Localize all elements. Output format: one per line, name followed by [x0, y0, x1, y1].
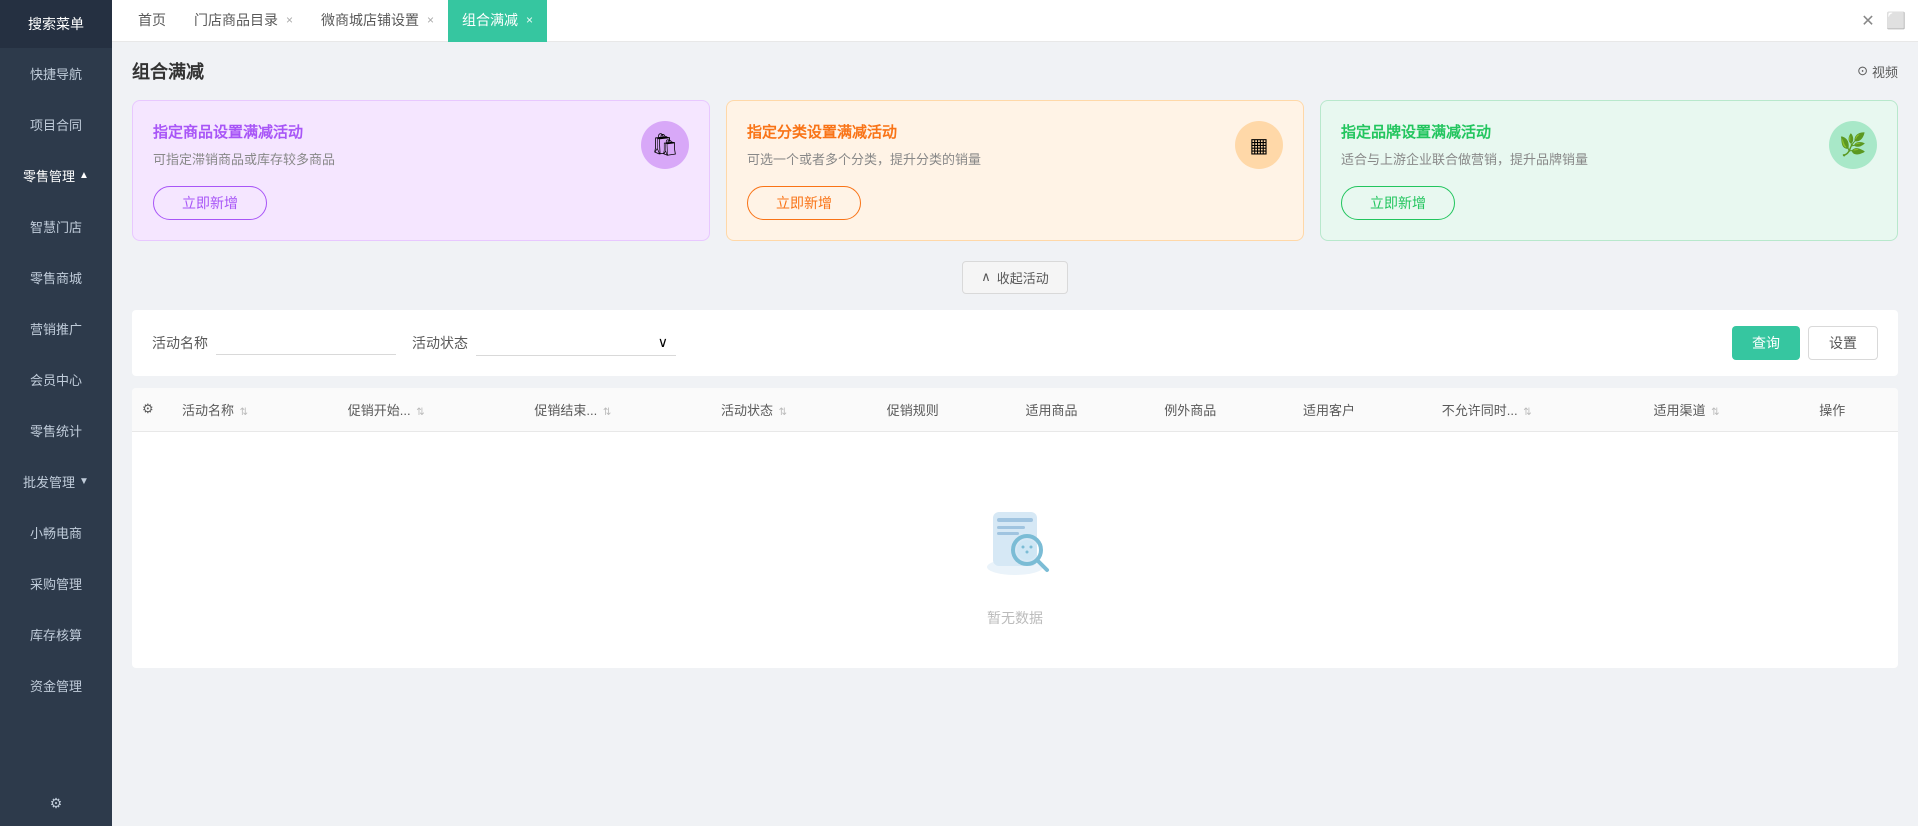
leaf-icon: 🌿 — [1829, 121, 1877, 169]
sidebar-item-xiaochangec[interactable]: 小畅电商 — [0, 507, 112, 558]
filter-actions: 查询 设置 — [1732, 326, 1878, 360]
table-col-operation: 操作 — [1809, 388, 1898, 432]
table-col-promo-start: 促销开始... ⇅ — [338, 388, 525, 432]
sidebar-settings[interactable]: ⚙ — [0, 781, 112, 826]
activity-card-desc-category: 可选一个或者多个分类，提升分类的销量 — [747, 150, 1283, 170]
empty-state-row: 暂无数据 — [132, 431, 1898, 668]
activity-cards: 指定商品设置满减活动 可指定滞销商品或库存较多商品 🛍 立即新增 指定分类设置满… — [132, 100, 1898, 241]
tab-wechat-store[interactable]: 微商城店铺设置 × — [307, 0, 448, 42]
settings-col-icon[interactable]: ⚙ — [142, 401, 154, 416]
sidebar-item-retail-mgmt[interactable]: 零售管理 ▲ — [0, 150, 112, 201]
video-link[interactable]: ⊙ 视频 — [1857, 62, 1898, 81]
filter-bar: 活动名称 活动状态 ∨ 查询 设置 — [132, 310, 1898, 376]
activity-card-title-category: 指定分类设置满减活动 — [747, 121, 1283, 142]
sidebar-item-membership[interactable]: 会员中心 — [0, 354, 112, 405]
sort-icon-activity-name[interactable]: ⇅ — [240, 407, 248, 418]
empty-state-illustration — [965, 492, 1065, 592]
chevron-down-icon: ∨ — [658, 334, 668, 351]
activity-card-title-brand: 指定品牌设置满减活动 — [1341, 121, 1877, 142]
add-category-activity-button[interactable]: 立即新增 — [747, 186, 861, 220]
bag-icon: 🛍 — [641, 121, 689, 169]
tab-bar: 首页 门店商品目录 × 微商城店铺设置 × 组合满减 × ✕ ⬜ — [112, 0, 1918, 42]
tab-close-combo-discount[interactable]: × — [526, 13, 533, 27]
sidebar-item-retail-stats[interactable]: 零售统计 — [0, 405, 112, 456]
sidebar-item-wholesale-mgmt[interactable]: 批发管理 ▼ — [0, 456, 112, 507]
gear-icon: ⚙ — [50, 795, 63, 811]
activity-card-title-goods: 指定商品设置满减活动 — [153, 121, 689, 142]
page-content: 组合满减 ⊙ 视频 指定商品设置满减活动 可指定滞销商品或库存较多商品 🛍 立即… — [112, 42, 1918, 826]
table-col-applicable-customer: 适用客户 — [1293, 388, 1432, 432]
chevron-up-icon: ▲ — [79, 170, 89, 181]
tab-store-catalog[interactable]: 门店商品目录 × — [180, 0, 307, 42]
sidebar-item-inventory[interactable]: 库存核算 — [0, 609, 112, 660]
sort-icon-no-concurrent[interactable]: ⇅ — [1523, 407, 1531, 418]
tab-close-wechat-store[interactable]: × — [427, 13, 434, 27]
tab-close-store-catalog[interactable]: × — [286, 13, 293, 27]
activity-card-specify-brand: 指定品牌设置满减活动 适合与上游企业联合做营销，提升品牌销量 🌿 立即新增 — [1320, 100, 1898, 241]
tab-combo-discount[interactable]: 组合满减 × — [448, 0, 547, 42]
collapse-bar: ∧ 收起活动 — [132, 253, 1898, 310]
table-container: ⚙ 活动名称 ⇅ 促销开始... ⇅ 促销结束... ⇅ — [132, 388, 1898, 668]
table-body: 暂无数据 — [132, 431, 1898, 668]
table-col-exception-goods: 例外商品 — [1154, 388, 1293, 432]
activity-card-specify-category: 指定分类设置满减活动 可选一个或者多个分类，提升分类的销量 ▦ 立即新增 — [726, 100, 1304, 241]
chevron-down-icon: ▼ — [79, 476, 89, 487]
tab-bar-right: ✕ ⬜ — [1858, 11, 1906, 31]
main-area: 首页 门店商品目录 × 微商城店铺设置 × 组合满减 × ✕ ⬜ 组合满减 ⊙ … — [112, 0, 1918, 826]
filter-activity-name: 活动名称 — [152, 330, 396, 355]
empty-state-text: 暂无数据 — [987, 608, 1043, 628]
category-icon: ▦ — [1235, 121, 1283, 169]
activity-card-specify-goods: 指定商品设置满减活动 可指定滞销商品或库存较多商品 🛍 立即新增 — [132, 100, 710, 241]
close-button[interactable]: ✕ — [1858, 11, 1878, 31]
table-col-no-concurrent: 不允许同时... ⇅ — [1432, 388, 1644, 432]
sidebar-item-smart-store[interactable]: 智慧门店 — [0, 201, 112, 252]
page-header: 组合满减 ⊙ 视频 — [132, 58, 1898, 84]
sidebar-search[interactable]: 搜索菜单 — [0, 0, 112, 48]
add-brand-activity-button[interactable]: 立即新增 — [1341, 186, 1455, 220]
sort-icon-promo-start[interactable]: ⇅ — [416, 407, 424, 418]
sort-icon-activity-status[interactable]: ⇅ — [779, 407, 787, 418]
table-header-row: ⚙ 活动名称 ⇅ 促销开始... ⇅ 促销结束... ⇅ — [132, 388, 1898, 432]
play-circle-icon: ⊙ — [1857, 63, 1868, 79]
query-button[interactable]: 查询 — [1732, 326, 1800, 360]
table-col-applicable-channel: 适用渠道 ⇅ — [1643, 388, 1809, 432]
setting-button[interactable]: 设置 — [1808, 326, 1878, 360]
sort-icon-applicable-channel[interactable]: ⇅ — [1711, 407, 1719, 418]
activity-name-input[interactable] — [216, 330, 396, 355]
table-col-promo-end: 促销结束... ⇅ — [524, 388, 711, 432]
chevron-up-icon: ∧ — [981, 269, 991, 285]
activity-card-desc-brand: 适合与上游企业联合做营销，提升品牌销量 — [1341, 150, 1877, 170]
empty-state: 暂无数据 — [132, 432, 1898, 668]
maximize-button[interactable]: ⬜ — [1886, 11, 1906, 31]
activity-status-select[interactable]: ∨ — [476, 330, 676, 356]
sidebar-item-project-contract[interactable]: 项目合同 — [0, 99, 112, 150]
sidebar-item-fund-mgmt[interactable]: 资金管理 — [0, 660, 112, 711]
table-col-activity-name: 活动名称 ⇅ — [172, 388, 338, 432]
sidebar-item-purchase-mgmt[interactable]: 采购管理 — [0, 558, 112, 609]
activity-card-desc-goods: 可指定滞销商品或库存较多商品 — [153, 150, 689, 170]
sidebar-item-quick-nav[interactable]: 快捷导航 — [0, 48, 112, 99]
table-col-activity-status: 活动状态 ⇅ — [711, 388, 877, 432]
sidebar-item-retail-mall[interactable]: 零售商城 — [0, 252, 112, 303]
activity-status-label: 活动状态 — [412, 333, 468, 353]
activity-table: ⚙ 活动名称 ⇅ 促销开始... ⇅ 促销结束... ⇅ — [132, 388, 1898, 668]
activity-name-label: 活动名称 — [152, 333, 208, 353]
sort-icon-promo-end[interactable]: ⇅ — [603, 407, 611, 418]
page-title: 组合满减 — [132, 58, 204, 84]
add-goods-activity-button[interactable]: 立即新增 — [153, 186, 267, 220]
collapse-button[interactable]: ∧ 收起活动 — [962, 261, 1068, 294]
sidebar-item-marketing[interactable]: 营销推广 — [0, 303, 112, 354]
sidebar: 搜索菜单 快捷导航 项目合同 零售管理 ▲ 智慧门店 零售商城 营销推广 会员中… — [0, 0, 112, 826]
table-col-settings: ⚙ — [132, 388, 172, 432]
tab-home[interactable]: 首页 — [124, 0, 180, 42]
filter-activity-status: 活动状态 ∨ — [412, 330, 676, 356]
table-col-promo-rule: 促销规则 — [877, 388, 1016, 432]
table-col-applicable-goods: 适用商品 — [1016, 388, 1155, 432]
